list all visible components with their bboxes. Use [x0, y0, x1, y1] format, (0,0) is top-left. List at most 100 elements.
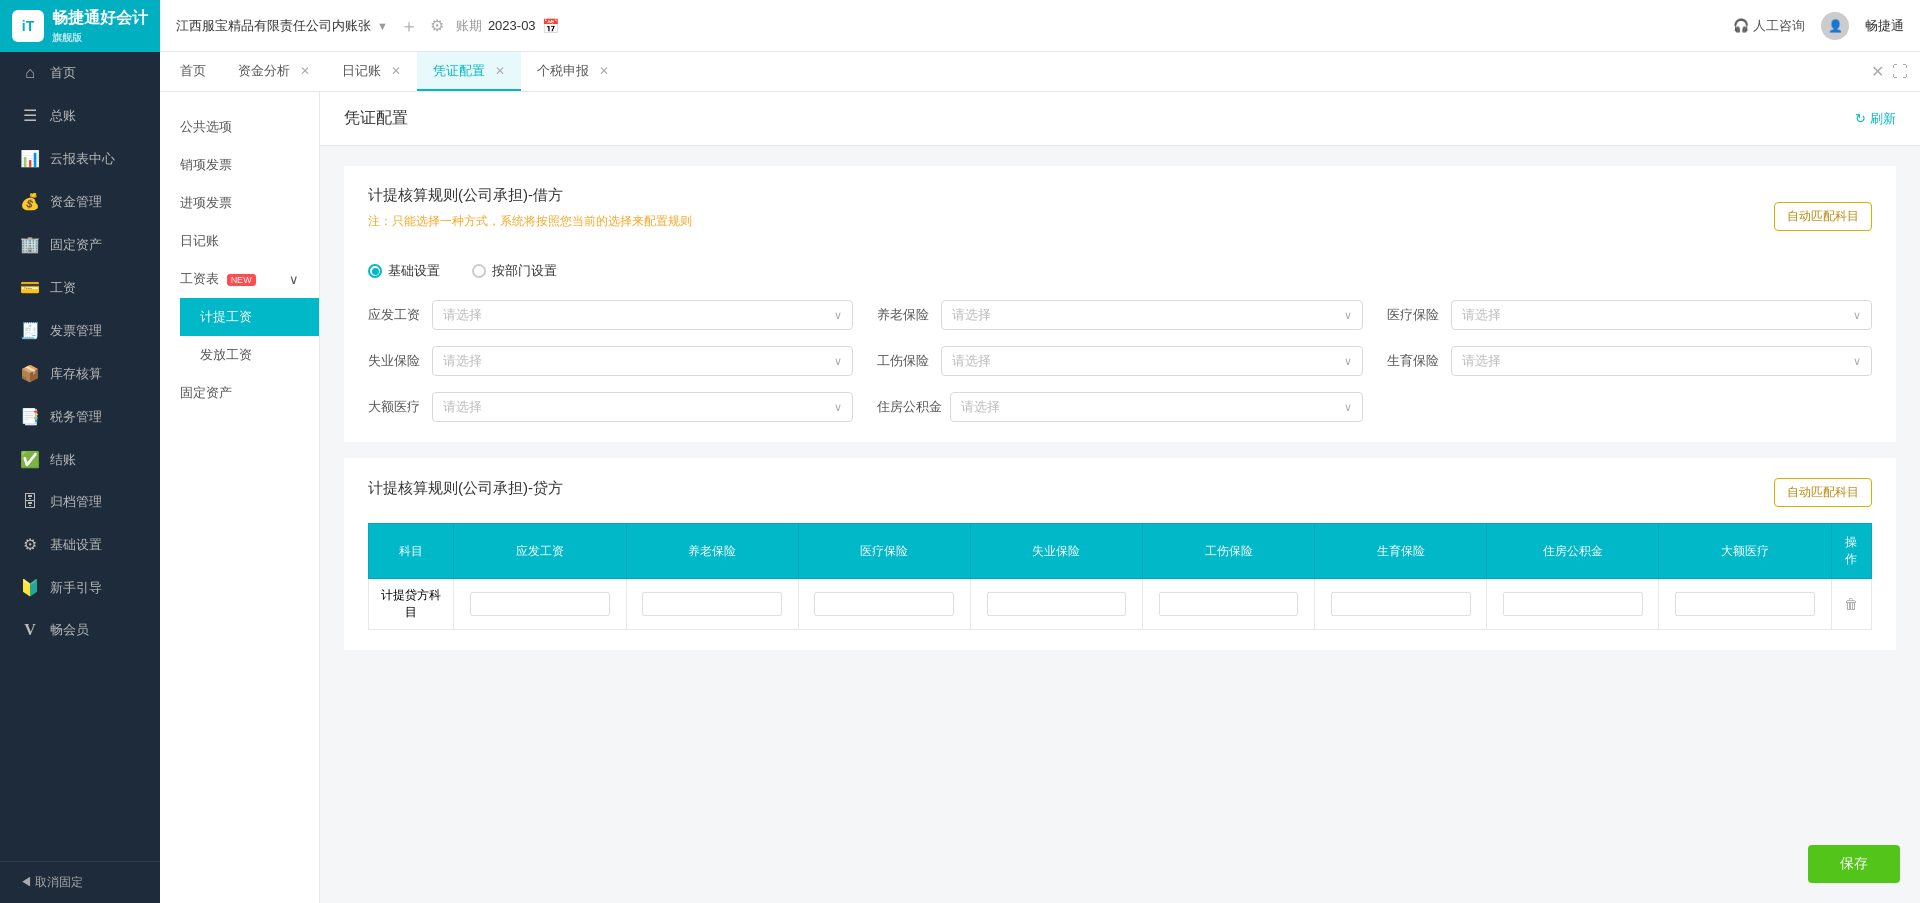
td-delete[interactable]: 🗑	[1831, 579, 1871, 630]
save-button[interactable]: 保存	[1808, 845, 1900, 883]
left-nav-sales[interactable]: 销项发票	[160, 146, 319, 184]
sidebar-item-tax[interactable]: 📑税务管理	[0, 395, 160, 438]
tab-bar: 首页 资金分析 ✕ 日记账 ✕ 凭证配置 ✕ 个税申报 ✕ ✕ ⛶	[160, 52, 1920, 92]
input-dyyl[interactable]	[1675, 592, 1815, 616]
sidebar-label-assets: 固定资产	[50, 236, 102, 254]
salary-table-label: 工资表 NEW	[180, 270, 256, 288]
sidebar-item-settings[interactable]: ⚙基础设置	[0, 523, 160, 566]
sidebar-item-assets[interactable]: 🏢固定资产	[0, 223, 160, 266]
sidebar-collapse-button[interactable]: ◀ 取消固定	[0, 861, 160, 903]
logo-icon: iT	[12, 10, 44, 42]
left-nav-payroll[interactable]: 计提工资	[180, 298, 319, 336]
sidebar-item-archive[interactable]: 🗄归档管理	[0, 481, 160, 523]
field-select-ylbx[interactable]: 请选择 ∨	[941, 300, 1362, 330]
radio-basic[interactable]: 基础设置	[368, 262, 440, 280]
panel-header: 凭证配置 ↻ 刷新	[320, 92, 1920, 146]
company-dropdown-icon: ▼	[377, 20, 388, 32]
field-select-yfgz[interactable]: 请选择 ∨	[432, 300, 853, 330]
td-dyyl[interactable]	[1659, 579, 1831, 630]
input-sybx2[interactable]	[1331, 592, 1471, 616]
sidebar-nav: ⌂首页 ☰总账 📊云报表中心 💰资金管理 🏢固定资产 💳工资 🧾发票管理 📦库存…	[0, 52, 160, 861]
sidebar-item-inventory[interactable]: 📦库存核算	[0, 352, 160, 395]
tab-voucher-close[interactable]: ✕	[495, 64, 505, 78]
td-ylbx[interactable]	[626, 579, 798, 630]
tab-tax-close[interactable]: ✕	[599, 64, 609, 78]
credit-section-title: 计提核算规则(公司承担)-贷方	[368, 479, 563, 498]
sidebar-item-guide[interactable]: 🔰新手引导	[0, 566, 160, 609]
tab-close-all-icon[interactable]: ✕	[1871, 62, 1884, 81]
sidebar-item-ledger[interactable]: ☰总账	[0, 94, 160, 137]
input-sybx[interactable]	[987, 592, 1127, 616]
left-nav-fixed-assets[interactable]: 固定资产	[160, 374, 319, 412]
credit-section-header-row: 计提核算规则(公司承担)-贷方 自动匹配科目	[368, 478, 1872, 507]
sidebar-item-reports[interactable]: 📊云报表中心	[0, 137, 160, 180]
tab-home[interactable]: 首页	[164, 52, 222, 91]
field-select-gsbx[interactable]: 请选择 ∨	[941, 346, 1362, 376]
td-sybx2[interactable]	[1315, 579, 1487, 630]
credit-auto-match-button[interactable]: 自动匹配科目	[1774, 478, 1872, 507]
service-label: 人工咨询	[1753, 17, 1805, 35]
service-button[interactable]: 🎧 人工咨询	[1733, 17, 1805, 35]
collapse-label: ◀ 取消固定	[20, 874, 83, 891]
add-company-button[interactable]: ＋	[400, 14, 418, 38]
tab-journal[interactable]: 日记账 ✕	[326, 52, 417, 91]
salary-icon: 💳	[20, 278, 40, 297]
field-label-sybx2: 生育保险	[1387, 352, 1443, 370]
left-nav-public[interactable]: 公共选项	[160, 108, 319, 146]
td-yfgz[interactable]	[454, 579, 626, 630]
th-dyyl: 大额医疗	[1659, 524, 1831, 579]
tab-expand-icon[interactable]: ⛶	[1892, 63, 1908, 81]
tab-funds-close[interactable]: ✕	[300, 64, 310, 78]
field-select-ylbx2[interactable]: 请选择 ∨	[1451, 300, 1872, 330]
tab-funds[interactable]: 资金分析 ✕	[222, 52, 326, 91]
field-select-dyyl[interactable]: 请选择 ∨	[432, 392, 853, 422]
input-gsbx[interactable]	[1159, 592, 1299, 616]
tab-journal-close[interactable]: ✕	[391, 64, 401, 78]
sidebar-item-checkout[interactable]: ✅结账	[0, 438, 160, 481]
company-selector[interactable]: 江西服宝精品有限责任公司内账张 ▼	[176, 17, 388, 35]
th-ylbx2: 医疗保险	[798, 524, 970, 579]
td-sybx[interactable]	[970, 579, 1142, 630]
left-nav-purchase[interactable]: 进项发票	[160, 184, 319, 222]
chevron-down-icon-5: ∨	[1344, 355, 1352, 368]
field-select-sybx2[interactable]: 请选择 ∨	[1451, 346, 1872, 376]
sidebar-label-invoice: 发票管理	[50, 322, 102, 340]
sidebar-item-salary[interactable]: 💳工资	[0, 266, 160, 309]
calendar-icon[interactable]: 📅	[542, 18, 559, 34]
left-nav-pay-salary[interactable]: 发放工资	[180, 336, 319, 374]
td-zfgjj[interactable]	[1487, 579, 1659, 630]
radio-dept-dot	[472, 264, 486, 278]
left-nav-salary-table[interactable]: 工资表 NEW ∨	[160, 260, 319, 298]
input-yfgz[interactable]	[470, 592, 610, 616]
input-zfgjj[interactable]	[1503, 592, 1643, 616]
tab-voucher-label: 凭证配置	[433, 62, 485, 80]
th-ylbx: 养老保险	[626, 524, 798, 579]
left-nav-journal[interactable]: 日记账	[160, 222, 319, 260]
logo-title: 畅捷通好会计	[52, 8, 148, 29]
tab-tax[interactable]: 个税申报 ✕	[521, 52, 625, 91]
chevron-down-icon-2: ∨	[1344, 309, 1352, 322]
input-ylbx2[interactable]	[814, 592, 954, 616]
inventory-icon: 📦	[20, 364, 40, 383]
sidebar-label-archive: 归档管理	[50, 493, 102, 511]
sidebar-item-home[interactable]: ⌂首页	[0, 52, 160, 94]
field-select-zfgjj[interactable]: 请选择 ∨	[950, 392, 1362, 422]
debit-auto-match-button[interactable]: 自动匹配科目	[1774, 202, 1872, 231]
refresh-button[interactable]: ↻ 刷新	[1855, 110, 1896, 128]
th-ops: 操作	[1831, 524, 1871, 579]
field-select-sybx[interactable]: 请选择 ∨	[432, 346, 853, 376]
tab-voucher[interactable]: 凭证配置 ✕	[417, 52, 521, 91]
chevron-down-icon-4: ∨	[834, 355, 842, 368]
td-ylbx2[interactable]	[798, 579, 970, 630]
field-placeholder-ylbx2: 请选择	[1462, 306, 1501, 324]
debit-section-note: 注：只能选择一种方式，系统将按照您当前的选择来配置规则	[368, 213, 692, 230]
delete-icon[interactable]: 🗑	[1844, 596, 1858, 612]
sidebar-item-vip[interactable]: V畅会员	[0, 609, 160, 651]
settings-button[interactable]: ⚙	[430, 16, 444, 35]
input-ylbx[interactable]	[642, 592, 782, 616]
td-gsbx[interactable]	[1143, 579, 1315, 630]
field-ylbx: 养老保险 请选择 ∨	[877, 300, 1362, 330]
sidebar-item-invoice[interactable]: 🧾发票管理	[0, 309, 160, 352]
sidebar-item-funds[interactable]: 💰资金管理	[0, 180, 160, 223]
radio-dept[interactable]: 按部门设置	[472, 262, 557, 280]
